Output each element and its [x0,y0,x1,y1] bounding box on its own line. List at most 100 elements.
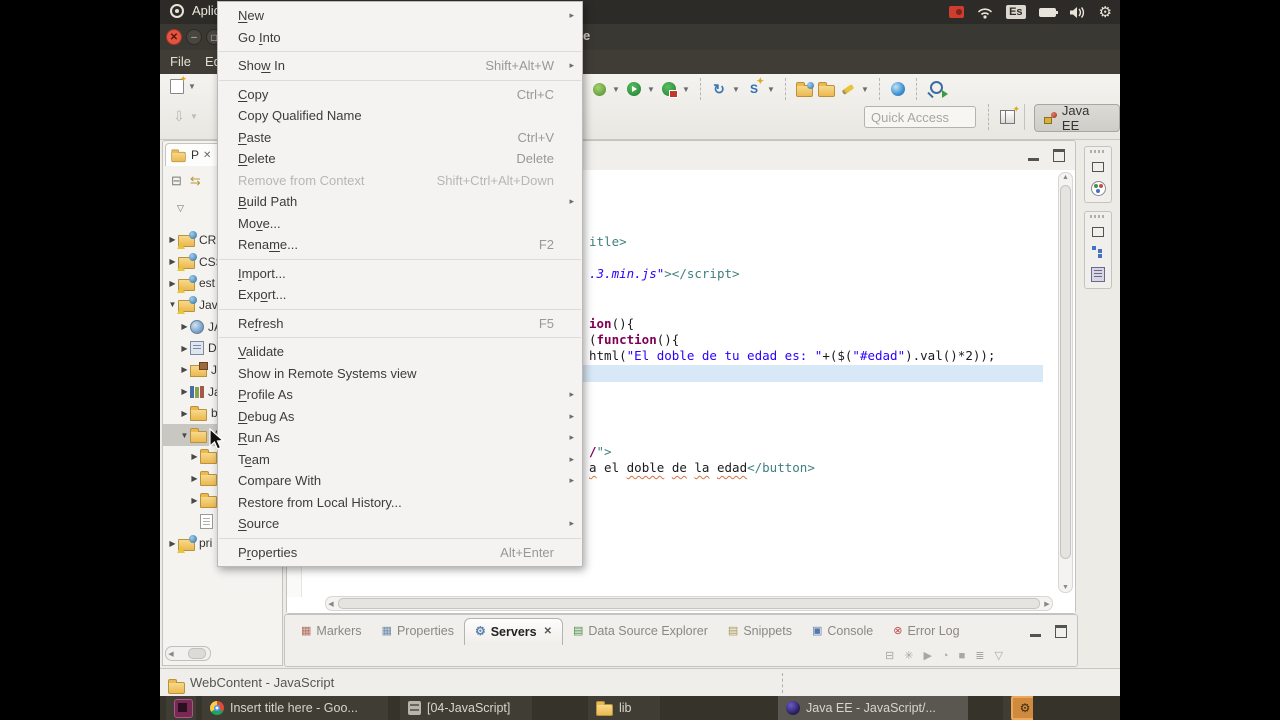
chevron-down-icon[interactable]: ▼ [732,85,741,94]
stop-server-icon[interactable]: ■ [959,650,966,662]
restore-view-icon[interactable] [1092,159,1107,172]
applications-menu[interactable]: Aplic [192,3,220,18]
palette-view-icon[interactable] [1090,181,1106,196]
scrollbar-thumb[interactable] [338,598,1040,609]
menu-item-show-in-remote-systems-view[interactable]: Show in Remote Systems view [218,363,582,385]
view-menu-icon[interactable]: ▽ [177,203,184,214]
debug-icon[interactable] [590,81,608,98]
menu-item-paste[interactable]: Paste Ctrl+V [218,127,582,149]
menu-item-build-path[interactable]: Build Path ▸ [218,191,582,213]
taskbar-item-java-ee-javascript[interactable]: Java EE - JavaScript/... [778,696,968,720]
menu-item-show-in[interactable]: Show In Shift+Alt+W ▸ [218,55,582,77]
scroll-up-icon[interactable]: ▲ [1059,174,1072,181]
collapse-arrow-icon[interactable]: ▼ [179,431,190,440]
battery-icon[interactable] [1038,7,1058,17]
web-browser-icon[interactable] [889,81,907,98]
servers-view-icon[interactable] [1091,267,1105,282]
scrollbar-thumb[interactable] [1060,185,1071,559]
chevron-down-icon[interactable]: ▼ [612,85,621,94]
scroll-left-icon[interactable]: ◀ [326,600,336,608]
vertical-scrollbar[interactable]: ▲ ▼ [1058,172,1073,593]
minimize-window-button[interactable]: – [186,29,202,45]
expand-arrow-icon[interactable]: ▶ [179,344,190,353]
taskbar-item-item[interactable] [166,696,196,720]
start-server-icon[interactable]: ▶ [923,649,931,662]
menu-file[interactable]: File [170,54,191,69]
scrollbar-thumb[interactable] [188,648,206,659]
menu-item-profile-as[interactable]: Profile As ▸ [218,384,582,406]
menu-item-copy[interactable]: Copy Ctrl+C [218,84,582,106]
tab-properties[interactable]: ▦ Properties [372,618,464,644]
view-menu-icon[interactable]: ▽ [994,649,1002,662]
chevron-down-icon[interactable]: ▼ [188,82,197,91]
keyboard-layout-indicator[interactable]: Es [1006,5,1026,19]
taskbar-item-item[interactable]: ⚙ [1003,696,1033,720]
scroll-left-icon[interactable]: ◀ [166,650,176,658]
minimize-view-icon[interactable] [1028,149,1039,161]
expand-arrow-icon[interactable]: ▶ [189,452,200,461]
menu-item-new[interactable]: New ▸ [218,5,582,27]
import-folder-icon[interactable] [817,81,835,98]
tab-data-source-explorer[interactable]: ▤ Data Source Explorer [563,618,718,644]
drag-handle[interactable] [1090,215,1106,218]
publish-icon[interactable]: ≣ [975,649,984,662]
project-explorer-tab[interactable]: P ✕ [165,143,223,166]
menu-item-validate[interactable]: Validate [218,341,582,363]
new-web-wizard-icon[interactable]: ↻ [710,81,728,98]
profile-server-icon[interactable]: ◔ [942,650,949,662]
open-perspective-icon[interactable] [1000,104,1020,124]
gear-icon[interactable]: ⚙ [1099,5,1112,20]
tab-error-log[interactable]: ⊗ Error Log [883,618,969,644]
collapse-all-icon[interactable]: ⊟ [885,649,894,662]
menu-item-properties[interactable]: Properties Alt+Enter [218,542,582,564]
restore-view-icon[interactable] [1092,224,1107,237]
quick-access-input[interactable] [864,106,976,128]
debug-server-icon[interactable]: ✳ [904,649,913,662]
expand-arrow-icon[interactable]: ▶ [179,387,190,396]
menu-item-run-as[interactable]: Run As ▸ [218,427,582,449]
horizontal-scrollbar[interactable]: ◀ ▶ [325,596,1053,611]
menu-item-export[interactable]: Export... [218,284,582,306]
search-icon[interactable] [926,81,948,98]
menu-item-copy-qualified-name[interactable]: Copy Qualified Name [218,105,582,127]
run-external-icon[interactable] [660,81,678,98]
close-window-button[interactable]: ✕ [166,29,182,45]
wifi-icon[interactable] [977,6,993,19]
outline-view-icon[interactable] [1092,246,1104,258]
menu-item-debug-as[interactable]: Debug As ▸ [218,406,582,428]
tab-console[interactable]: ▣ Console [802,618,883,644]
menu-item-source[interactable]: Source ▸ [218,513,582,535]
menu-item-compare-with[interactable]: Compare With ▸ [218,470,582,492]
open-folder-icon[interactable] [795,81,814,98]
menu-item-move[interactable]: Move... [218,213,582,235]
run-icon[interactable] [625,81,643,98]
expand-arrow-icon[interactable]: ▶ [179,365,190,374]
collapse-all-icon[interactable]: ⊟ [171,173,182,189]
maximize-view-icon[interactable] [1053,149,1065,162]
chevron-down-icon[interactable]: ▼ [682,85,691,94]
taskbar-item-insert-title-here-goo[interactable]: Insert title here - Goo... [202,696,388,720]
menu-item-rename[interactable]: Rename... F2 [218,234,582,256]
maximize-view-icon[interactable] [1055,625,1067,638]
chevron-down-icon[interactable]: ▼ [767,85,776,94]
highlighter-icon[interactable] [839,81,857,98]
scroll-down-icon[interactable]: ▼ [1059,584,1072,591]
menu-item-refresh[interactable]: Refresh F5 [218,313,582,335]
volume-icon[interactable] [1069,6,1086,19]
menu-item-go-into[interactable]: Go Into [218,27,582,49]
screen-record-icon[interactable] [949,6,965,18]
menu-item-team[interactable]: Team ▸ [218,449,582,471]
perspective-java-ee-button[interactable]: Java EE [1034,103,1120,133]
expand-arrow-icon[interactable]: ▶ [179,322,190,331]
new-file-icon[interactable] [168,74,187,95]
chevron-down-icon[interactable]: ▼ [647,85,656,94]
chevron-down-icon[interactable]: ▼ [861,85,870,94]
close-icon[interactable]: ✕ [544,626,552,637]
tab-servers[interactable]: ⚙ Servers ✕ [463,617,563,645]
scroll-right-icon[interactable]: ▶ [1042,600,1052,608]
drag-handle[interactable] [1090,150,1106,153]
minimize-view-icon[interactable] [1030,625,1041,637]
menu-item-import[interactable]: Import... [218,263,582,285]
menu-item-restore-from-local-history[interactable]: Restore from Local History... [218,492,582,514]
expand-arrow-icon[interactable]: ▶ [189,474,200,483]
